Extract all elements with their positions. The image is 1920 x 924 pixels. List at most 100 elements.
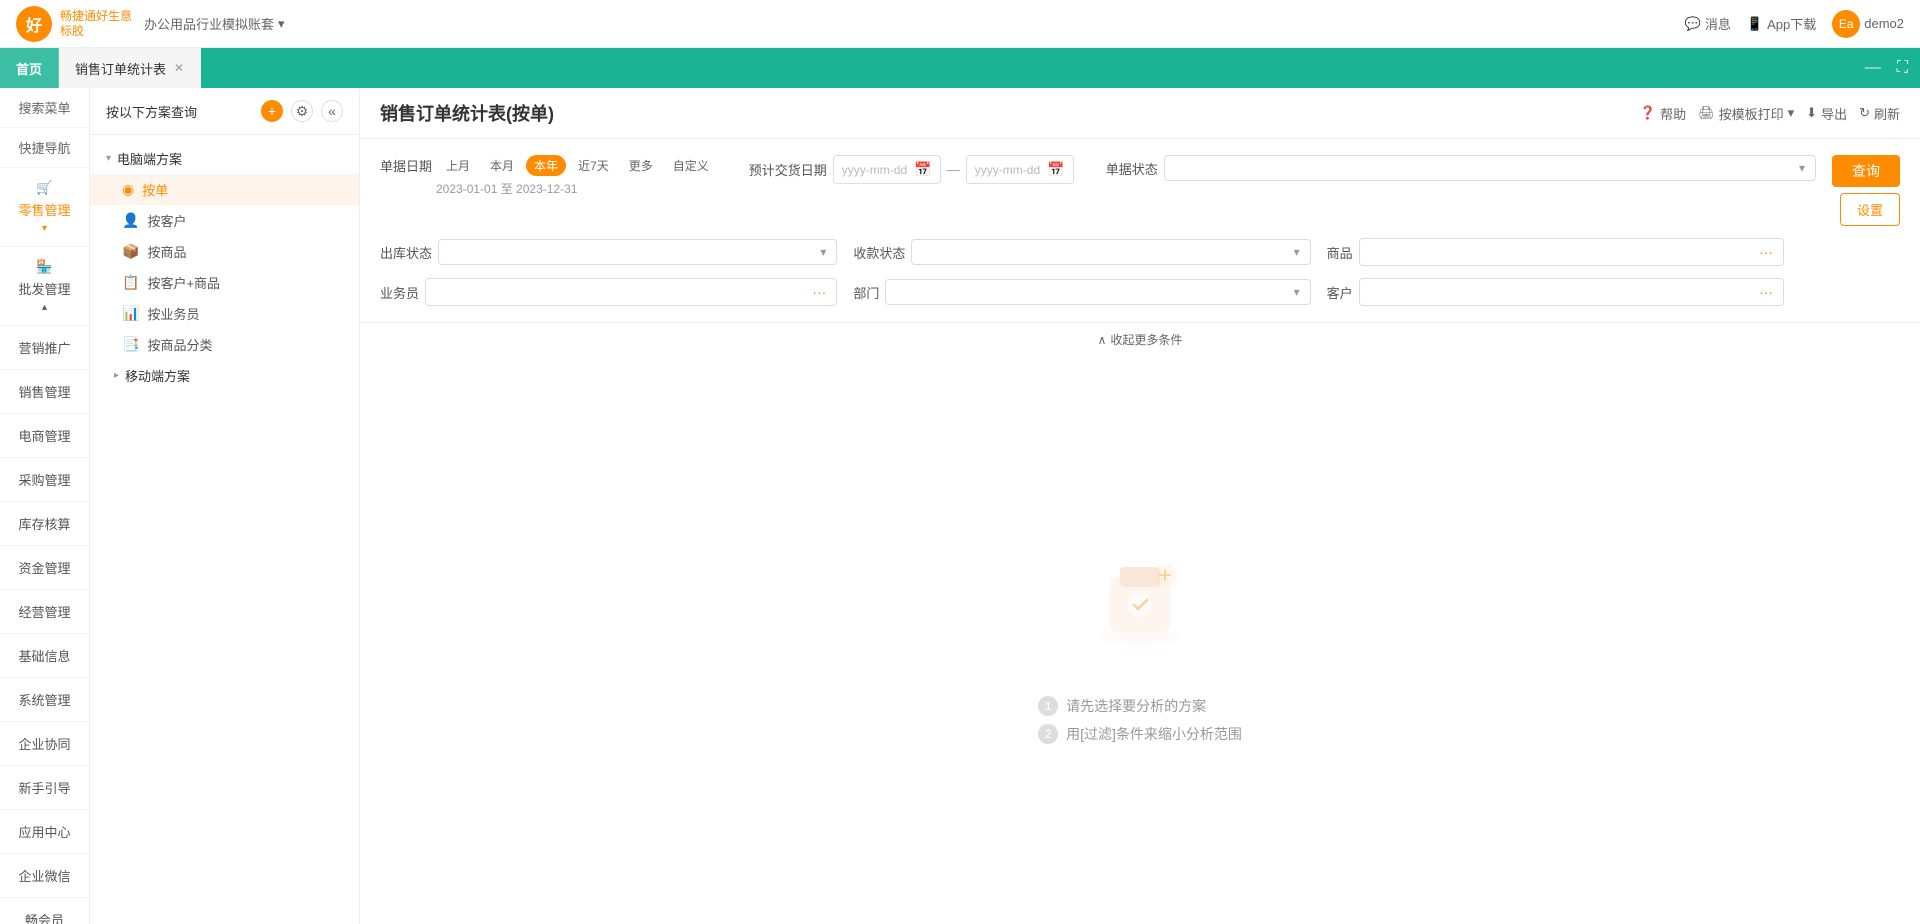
collapse-panel-button[interactable]: «	[321, 100, 343, 122]
more-btn[interactable]: 更多	[621, 155, 661, 176]
filter-row-1: 单据日期 上月 本月 本年 近7天 更多 自定义 2023-01-01 至 20…	[380, 155, 1900, 226]
sidebar-item-finance[interactable]: 资金管理	[0, 546, 89, 590]
collapse-bar[interactable]: ∧ 收起更多条件	[360, 322, 1920, 356]
industry-label[interactable]: 办公用品行业模拟账套 ▾	[144, 14, 285, 33]
settings-button[interactable]: 设置	[1840, 193, 1900, 226]
tip-num-2: 2	[1038, 724, 1058, 744]
by-product-icon: 📦	[122, 243, 139, 260]
wholesale-icon: 🏪	[36, 259, 52, 275]
this-year-btn[interactable]: 本年	[526, 155, 566, 176]
settings-scheme-button[interactable]: ⚙	[291, 100, 313, 122]
maximize-icon[interactable]: ⛶	[1893, 55, 1912, 81]
this-month-btn[interactable]: 本月	[482, 155, 522, 176]
chevron-down-icon: ▾	[42, 223, 47, 234]
salesperson-more-icon[interactable]: ···	[812, 284, 826, 300]
add-scheme-button[interactable]: +	[261, 100, 283, 122]
customer-more-icon[interactable]: ···	[1759, 284, 1773, 300]
out-status-select[interactable]: ▾	[438, 239, 837, 265]
sidebar-item-marketing[interactable]: 营销推广	[0, 326, 89, 370]
logo-area: 好 畅捷通好生意 标胶	[16, 6, 132, 42]
last7days-btn[interactable]: 近7天	[570, 155, 617, 176]
sidebar-item-ecommerce[interactable]: 电商管理	[0, 414, 89, 458]
date-filter-group: 单据日期 上月 本月 本年 近7天 更多 自定义 2023-01-01 至 20…	[380, 155, 717, 197]
sidebar-quick-nav[interactable]: 快捷导航	[0, 128, 89, 168]
sidebar-item-corp-wechat[interactable]: 企业微信	[0, 854, 89, 898]
minimize-icon[interactable]: —	[1861, 55, 1885, 81]
salesperson-label: 业务员	[380, 283, 419, 302]
chevron-up-icon: ▴	[42, 302, 47, 313]
top-bar-left: 好 畅捷通好生意 标胶 办公用品行业模拟账套 ▾	[16, 6, 285, 42]
tree-item-by-product[interactable]: 📦 按商品	[90, 236, 359, 267]
expected-date-label: 预计交货日期	[749, 160, 827, 179]
message-icon: 💬	[1685, 16, 1701, 32]
sidebar-item-system[interactable]: 系统管理	[0, 678, 89, 722]
top-bar: 好 畅捷通好生意 标胶 办公用品行业模拟账套 ▾ 💬 消息 📱 App下载 Ea…	[0, 0, 1920, 48]
expected-date-start[interactable]: yyyy-mm-dd 📅	[833, 155, 941, 184]
department-label: 部门	[853, 283, 879, 302]
sidebar-item-member[interactable]: 畅会员	[0, 898, 89, 924]
payment-status-select[interactable]: ▾	[911, 239, 1310, 265]
sidebar-search-menu[interactable]: 搜索菜单	[0, 88, 89, 128]
tree-item-by-customer[interactable]: 👤 按客户	[90, 205, 359, 236]
sidebar-item-inventory[interactable]: 库存核算	[0, 502, 89, 546]
tab-sales-stats[interactable]: 销售订单统计表 ✕	[59, 48, 201, 88]
product-input[interactable]: ···	[1359, 238, 1784, 266]
customer-input[interactable]: ···	[1359, 278, 1784, 306]
chevron-down-icon: ▾	[278, 16, 285, 32]
sidebar-item-sales[interactable]: 销售管理	[0, 370, 89, 414]
chevron-down-icon: ▾	[1294, 245, 1300, 259]
status-select[interactable]: ▾	[1164, 155, 1816, 181]
tree-item-by-category[interactable]: 📑 按商品分类	[90, 329, 359, 360]
empty-state: 1 请先选择要分析的方案 2 用[过滤]条件来缩小分析范围	[360, 356, 1920, 924]
sidebar-item-newbie[interactable]: 新手引导	[0, 766, 89, 810]
message-button[interactable]: 💬 消息	[1685, 14, 1731, 33]
tree-section-header-mobile[interactable]: ▸ 移动端方案	[90, 360, 359, 391]
help-button[interactable]: ❓ 帮助	[1640, 104, 1686, 123]
sidebar-item-wholesale[interactable]: 🏪 批发管理 ▴	[0, 247, 89, 326]
tree-section-header-pc[interactable]: ▾ 电脑端方案	[90, 143, 359, 174]
department-select[interactable]: ▾	[885, 279, 1310, 305]
expected-date-end[interactable]: yyyy-mm-dd 📅	[966, 155, 1074, 184]
tab-home[interactable]: 首页	[0, 48, 59, 88]
tree-item-by-salesperson[interactable]: 📊 按业务员	[90, 298, 359, 329]
template-print-button[interactable]: 🖨 按模板打印 ▾	[1698, 104, 1794, 123]
sidebar-item-basic[interactable]: 基础信息	[0, 634, 89, 678]
filter-area: 单据日期 上月 本月 本年 近7天 更多 自定义 2023-01-01 至 20…	[360, 139, 1920, 322]
download-icon: 📱	[1747, 16, 1763, 32]
sidebar-item-retail[interactable]: 🛒 零售管理 ▾	[0, 168, 89, 247]
export-button[interactable]: ⬇ 导出	[1806, 104, 1847, 123]
tip-num-1: 1	[1038, 696, 1058, 716]
sidebar-item-app-center[interactable]: 应用中心	[0, 810, 89, 854]
content-area: 按以下方案查询 + ⚙ « ▾ 电脑端方案 ◉ 按单	[90, 88, 1920, 924]
product-more-icon[interactable]: ···	[1759, 244, 1773, 260]
tree-section-pc: ▾ 电脑端方案 ◉ 按单 👤 按客户 📦 按商品	[90, 143, 359, 360]
sidebar-item-purchase[interactable]: 采购管理	[0, 458, 89, 502]
empty-tip-1: 1 请先选择要分析的方案	[1038, 696, 1242, 716]
tab-close-icon[interactable]: ✕	[174, 61, 184, 75]
sidebar-item-enterprise[interactable]: 企业协同	[0, 722, 89, 766]
status-group: 单据状态 ▾	[1106, 155, 1816, 181]
by-customer-product-icon: 📋	[122, 274, 139, 291]
last-month-btn[interactable]: 上月	[438, 155, 478, 176]
query-button[interactable]: 查询	[1832, 155, 1900, 187]
chevron-down-icon: ▾	[1294, 285, 1300, 299]
chevron-up-icon: ∧	[1098, 333, 1107, 347]
help-icon: ❓	[1640, 105, 1656, 121]
chevron-down-icon: ▾	[1788, 105, 1795, 121]
salesperson-group: 业务员 ···	[380, 278, 837, 306]
sidebar: 搜索菜单 快捷导航 🛒 零售管理 ▾ 🏪 批发管理 ▴ 营销推广 销售管理 电商…	[0, 88, 90, 924]
calendar-icon-end: 📅	[1047, 161, 1064, 178]
customer-group: 客户 ···	[1327, 278, 1784, 306]
tree-item-by-order[interactable]: ◉ 按单	[90, 174, 359, 205]
app-download-button[interactable]: 📱 App下载	[1747, 14, 1816, 33]
refresh-button[interactable]: ↻ 刷新	[1859, 104, 1900, 123]
salesperson-input[interactable]: ···	[425, 278, 837, 306]
custom-btn[interactable]: 自定义	[665, 155, 717, 176]
left-panel: 按以下方案查询 + ⚙ « ▾ 电脑端方案 ◉ 按单	[90, 88, 360, 924]
left-panel-header: 按以下方案查询 + ⚙ «	[90, 88, 359, 135]
user-menu[interactable]: Ea demo2	[1832, 10, 1904, 38]
product-label: 商品	[1327, 243, 1353, 262]
sidebar-item-operations[interactable]: 经营管理	[0, 590, 89, 634]
top-bar-right: 💬 消息 📱 App下载 Ea demo2	[1685, 10, 1904, 38]
tree-item-by-customer-product[interactable]: 📋 按客户+商品	[90, 267, 359, 298]
